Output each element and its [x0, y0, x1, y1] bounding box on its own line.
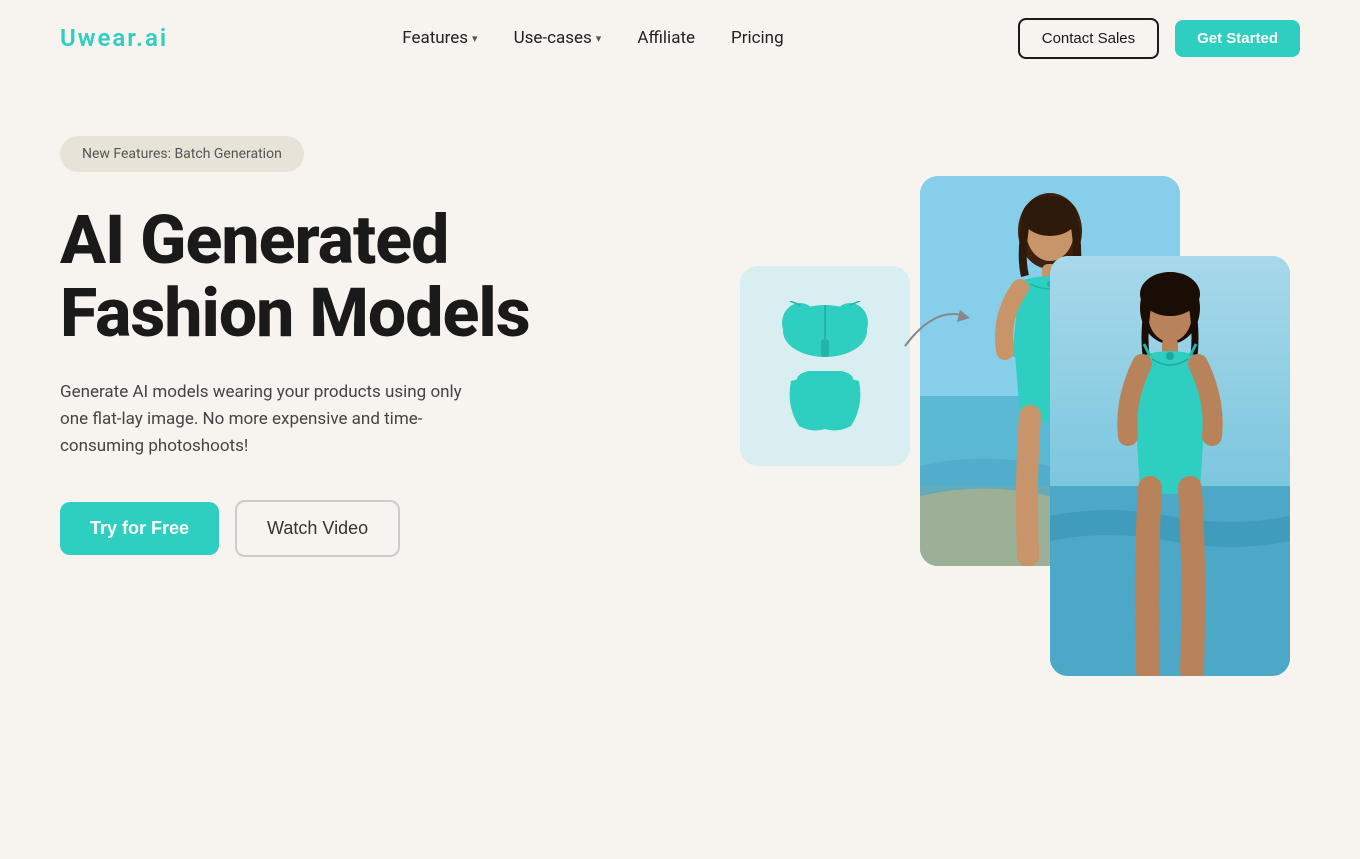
- nav-features[interactable]: Features ▾: [402, 28, 477, 48]
- hero-description: Generate AI models wearing your products…: [60, 379, 490, 461]
- contact-sales-button[interactable]: Contact Sales: [1018, 18, 1159, 59]
- try-for-free-button[interactable]: Try for Free: [60, 502, 219, 555]
- features-chevron-icon: ▾: [472, 32, 478, 45]
- hero-images: [740, 176, 1320, 736]
- use-cases-chevron-icon: ▾: [596, 32, 602, 45]
- feature-badge: New Features: Batch Generation: [60, 136, 304, 172]
- hero-title: AI Generated Fashion Models: [60, 204, 530, 351]
- nav-actions: Contact Sales Get Started: [1018, 18, 1300, 59]
- navbar: Uwear.ai Features ▾ Use-cases ▾ Affiliat…: [0, 0, 1360, 76]
- watch-video-button[interactable]: Watch Video: [235, 500, 400, 557]
- model-photo-2: [1050, 256, 1290, 676]
- nav-links: Features ▾ Use-cases ▾ Affiliate Pricing: [402, 28, 783, 48]
- hero-section: New Features: Batch Generation AI Genera…: [0, 76, 1360, 776]
- hero-buttons: Try for Free Watch Video: [60, 500, 530, 557]
- product-flatlay-image: [740, 266, 910, 466]
- get-started-button[interactable]: Get Started: [1175, 20, 1300, 57]
- logo[interactable]: Uwear.ai: [60, 24, 168, 52]
- nav-affiliate[interactable]: Affiliate: [637, 28, 695, 48]
- bikini-top-icon: [780, 301, 870, 359]
- bikini-bottom-icon: [786, 371, 864, 431]
- nav-pricing[interactable]: Pricing: [731, 28, 784, 48]
- arrow-icon: [895, 296, 975, 356]
- hero-content: New Features: Batch Generation AI Genera…: [60, 126, 530, 557]
- nav-use-cases[interactable]: Use-cases ▾: [514, 28, 602, 48]
